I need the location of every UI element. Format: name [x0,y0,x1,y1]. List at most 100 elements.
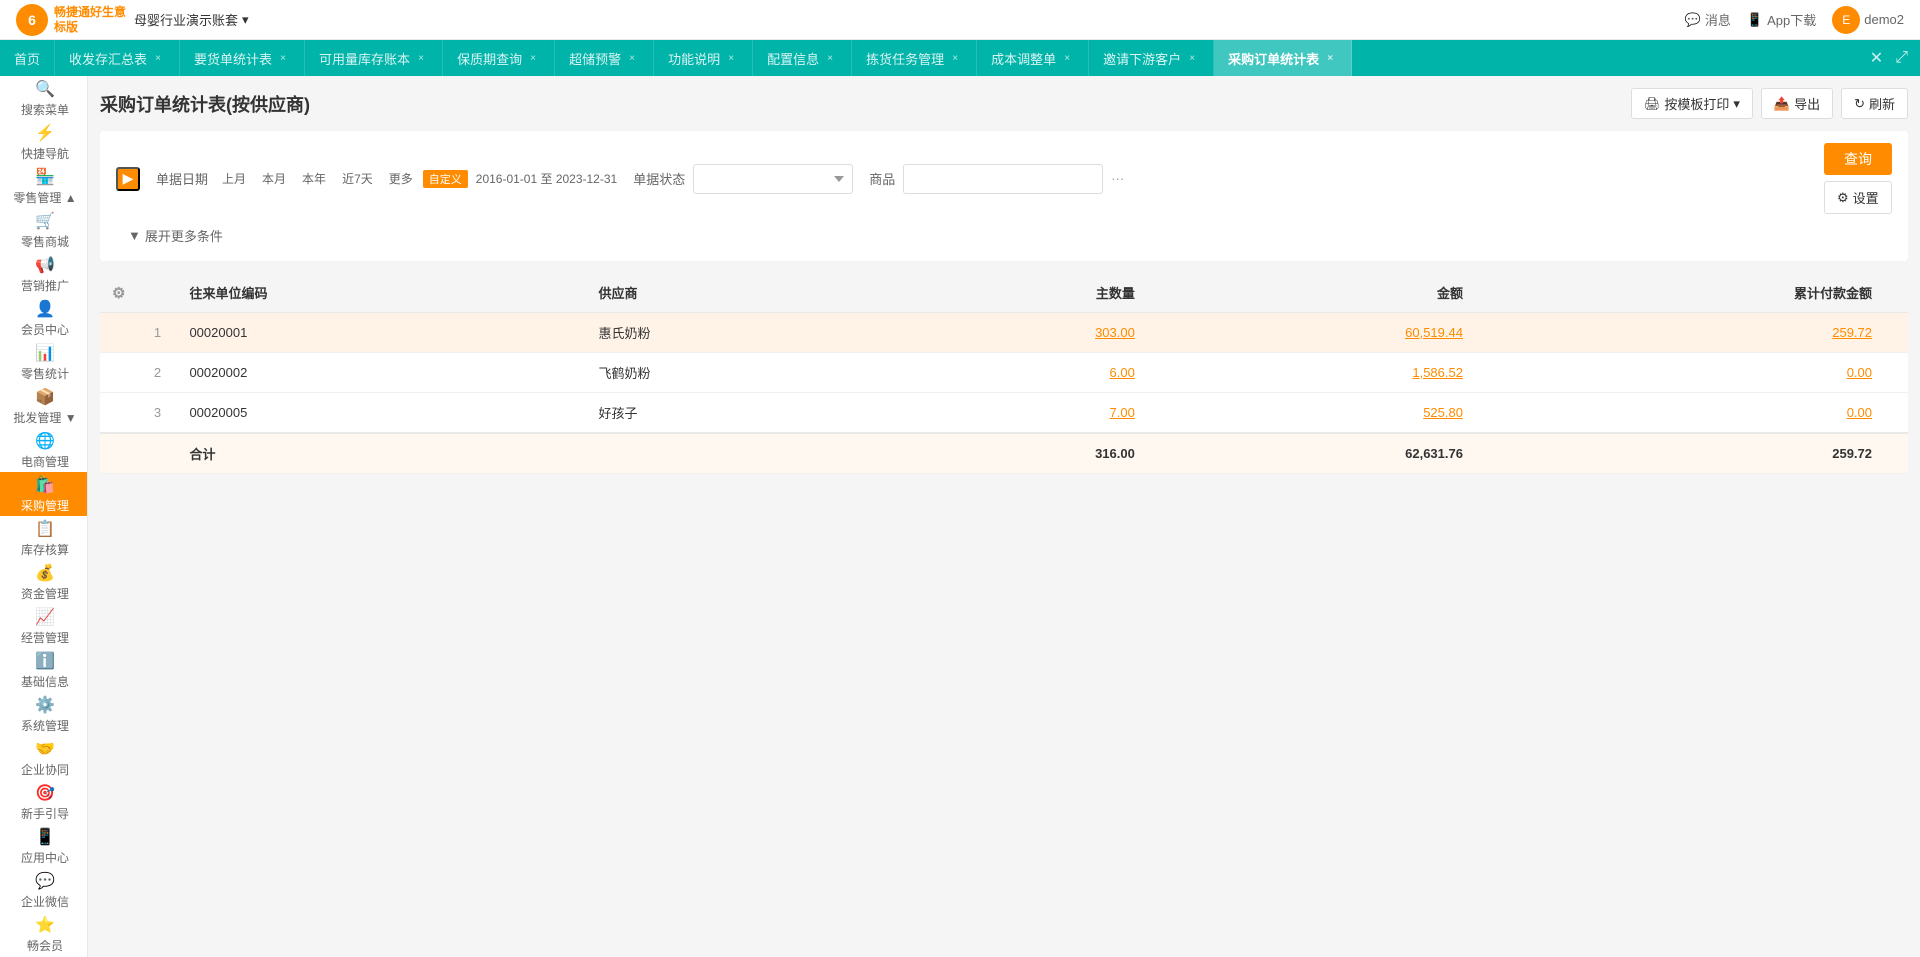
app-download-button[interactable]: 📱 App下载 [1747,10,1816,29]
finance-icon: 💰 [35,563,55,583]
mall-icon: 🛒 [35,211,55,231]
status-select[interactable] [693,164,853,194]
th-settings: ⚙ [100,273,137,313]
print-dropdown-icon: ▾ [1733,96,1740,112]
close-tab-invite-downstream[interactable]: × [1185,51,1199,65]
goods-label: 商品 [869,169,895,188]
cell-amount[interactable]: 525.80 [1147,393,1475,434]
top-bar-left: 6 畅捷通好生意 标版 母婴行业演示账套 ▾ [16,4,249,36]
settings-button[interactable]: ⚙ 设置 [1824,181,1892,214]
sidebar-item-marketing[interactable]: 📢 营销推广 [0,252,87,296]
cell-qty[interactable]: 303.00 [891,313,1147,353]
page-header: 采购订单统计表(按供应商) 🖨 按模板打印 ▾ 📤 导出 ↻ 刷新 [100,88,1908,119]
sidebar-item-retail-mall[interactable]: 🛒 零售商城 [0,208,87,252]
sidebar-item-basic-info[interactable]: ℹ️ 基础信息 [0,649,87,693]
tab-order-summary[interactable]: 要货单统计表 × [180,40,305,76]
tab-overstock[interactable]: 超储预警 × [555,40,654,76]
shortcut-this-year[interactable]: 本年 [296,168,332,189]
custom-date-badge[interactable]: 自定义 [423,170,468,188]
date-filter-item: 单据日期 上月 本月 本年 近7天 更多 自定义 2016-01-01 至 20… [156,168,617,189]
sidebar-item-retail-stats[interactable]: 📊 零售统计 [0,340,87,384]
close-tab-warranty[interactable]: × [526,51,540,65]
user-menu[interactable]: E demo2 [1832,6,1904,34]
sidebar-item-purchase[interactable]: 🛍️ 采购管理 [0,472,87,516]
footer-label: 合计 [177,433,586,474]
shortcut-this-month[interactable]: 本月 [256,168,292,189]
cell-amount[interactable]: 1,586.52 [1147,353,1475,393]
close-tab-function-desc[interactable]: × [724,51,738,65]
close-all-tabs-icon[interactable]: ✕ [1866,46,1887,70]
workspace-selector[interactable]: 母婴行业演示账套 ▾ [134,10,249,29]
wholesale-icon: 📦 [35,387,55,407]
cell-paid-amount[interactable]: 259.72 [1475,313,1884,353]
cell-amount[interactable]: 60,519.44 [1147,313,1475,353]
cell-supplier: 惠氏奶粉 [586,313,891,353]
sidebar-item-retail[interactable]: 🏪 零售管理 ▲ [0,164,87,208]
close-tab-order-summary[interactable]: × [276,51,290,65]
refresh-icon: ↻ [1854,96,1865,112]
sidebar-item-member[interactable]: 👤 会员中心 [0,296,87,340]
close-tab-receive-summary[interactable]: × [151,51,165,65]
sidebar-item-inventory[interactable]: 📋 库存核算 [0,516,87,560]
shortcut-last-month[interactable]: 上月 [216,168,252,189]
sidebar-item-finance[interactable]: 💰 资金管理 [0,561,87,605]
export-button[interactable]: 📤 导出 [1761,88,1833,119]
column-settings-icon[interactable]: ⚙ [112,285,125,302]
fullscreen-icon[interactable]: ⤢ [1891,47,1912,69]
footer-expand [1884,433,1908,474]
more-icon: ··· [1111,171,1124,186]
tab-batch-task[interactable]: 拣货任务管理 × [852,40,977,76]
close-tab-available-stock[interactable]: × [414,51,428,65]
th-amount[interactable]: 金额 [1147,273,1475,313]
th-qty[interactable]: 主数量 [891,273,1147,313]
sidebar-item-search[interactable]: 🔍 搜索菜单 [0,76,87,120]
cell-index: 1 [137,313,177,353]
message-icon: 💬 [1685,12,1701,28]
refresh-button[interactable]: ↻ 刷新 [1841,88,1908,119]
tab-function-desc[interactable]: 功能说明 × [654,40,753,76]
export-icon: 📤 [1774,96,1790,112]
sidebar-item-ecommerce[interactable]: 🌐 电商管理 [0,428,87,472]
tab-available-stock[interactable]: 可用量库存账本 × [305,40,443,76]
page-actions: 🖨 按模板打印 ▾ 📤 导出 ↻ 刷新 [1631,88,1908,119]
filter-actions: 查询 ⚙ 设置 [1824,143,1892,214]
expand-conditions-button[interactable]: ▼ 展开更多条件 [116,222,1892,249]
close-tab-cost-adjust[interactable]: × [1060,51,1074,65]
tab-invite-downstream[interactable]: 邀请下游客户 × [1089,40,1214,76]
cell-paid-amount[interactable]: 0.00 [1475,393,1884,434]
sidebar-item-enterprise[interactable]: 🤝 企业协同 [0,737,87,781]
cell-paid-amount[interactable]: 0.00 [1475,353,1884,393]
print-button[interactable]: 🖨 按模板打印 ▾ [1631,88,1753,119]
phone-icon: 📱 [1747,12,1763,28]
close-tab-config-info[interactable]: × [823,51,837,65]
sidebar-item-wholesale[interactable]: 📦 批发管理 ▼ [0,384,87,428]
goods-input[interactable] [903,164,1103,194]
tab-warranty[interactable]: 保质期查询 × [443,40,555,76]
sidebar-item-system[interactable]: ⚙️ 系统管理 [0,693,87,737]
sidebar-item-newbie[interactable]: 🎯 新手引导 [0,781,87,825]
sidebar-item-shortcut[interactable]: ⚡ 快捷导航 [0,120,87,164]
sidebar-item-vip[interactable]: ⭐ 畅会员 [0,913,87,957]
filter-toggle-button[interactable]: ▶ [116,167,140,191]
tab-purchase-summary[interactable]: 采购订单统计表 × [1214,40,1352,76]
sidebar-item-enterprise-wx[interactable]: 💬 企业微信 [0,869,87,913]
tab-home[interactable]: 首页 [0,40,55,76]
shortcut-7-days[interactable]: 近7天 [336,168,379,189]
tab-receive-summary[interactable]: 收发存汇总表 × [55,40,180,76]
close-tab-purchase-summary[interactable]: × [1323,51,1337,65]
cell-qty[interactable]: 7.00 [891,393,1147,434]
sidebar-item-app-center[interactable]: 📱 应用中心 [0,825,87,869]
message-button[interactable]: 💬 消息 [1685,10,1731,29]
th-partner-code[interactable]: 往来单位编码 [177,273,586,313]
ecommerce-icon: 🌐 [35,431,55,451]
shortcut-more[interactable]: 更多 [383,168,419,189]
tab-cost-adjust[interactable]: 成本调整单 × [977,40,1089,76]
query-button[interactable]: 查询 [1824,143,1892,175]
cell-qty[interactable]: 6.00 [891,353,1147,393]
tab-config-info[interactable]: 配置信息 × [753,40,852,76]
sidebar-item-operations[interactable]: 📈 经营管理 [0,605,87,649]
th-supplier[interactable]: 供应商 [586,273,891,313]
th-paid-amount[interactable]: 累计付款金额 [1475,273,1884,313]
close-tab-overstock[interactable]: × [625,51,639,65]
close-tab-batch-task[interactable]: × [948,51,962,65]
